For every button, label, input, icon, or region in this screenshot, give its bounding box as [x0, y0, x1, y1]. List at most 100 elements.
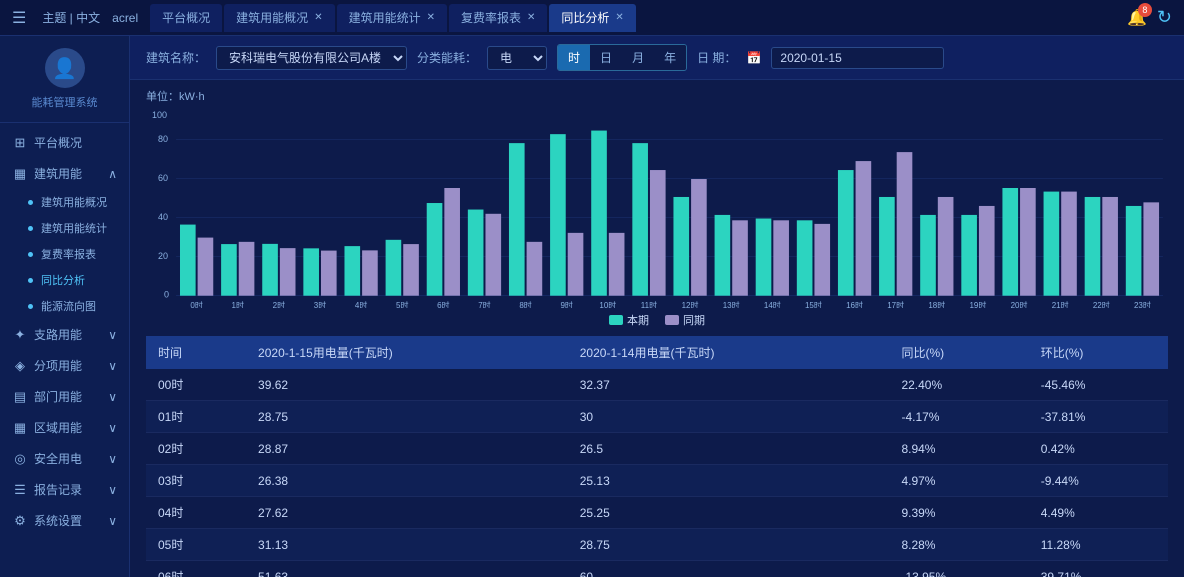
table-cell: 04时 [146, 497, 246, 529]
sidebar-item-rate-report[interactable]: 复费率报表 [12, 241, 129, 267]
subitem-label: 分项用能 [34, 357, 82, 374]
svg-text:4时: 4时 [355, 300, 367, 308]
table-cell: 26.5 [568, 433, 890, 465]
sidebar-item-platform[interactable]: ⊞ 平台概况 [0, 127, 129, 158]
chevron-dept: ∨ [108, 390, 117, 404]
toolbar: 建筑名称： 安科瑞电气股份有限公司A楼 分类能耗： 电 时 日 月 年 日 期：… [130, 36, 1184, 80]
sidebar-group-settings[interactable]: ⚙ 系统设置 ∨ [0, 505, 129, 536]
sidebar-group-area[interactable]: ▦区域用能 ∨ [0, 412, 129, 443]
table-cell: 60 [568, 561, 890, 577]
table-cell: 03时 [146, 465, 246, 497]
subitem-icon: ◈ [12, 358, 28, 374]
table-row: 04时27.6225.259.39%4.49% [146, 497, 1168, 529]
sidebar-group-building[interactable]: ▦建筑用能 ∧ [0, 158, 129, 189]
svg-text:15时: 15时 [805, 300, 822, 308]
svg-text:5时: 5时 [396, 300, 408, 308]
chevron-building: ∧ [108, 167, 117, 181]
col-current: 2020-1-15用电量(千瓦时) [246, 336, 568, 369]
dot-icon [28, 278, 33, 283]
settings-label: 系统设置 [34, 512, 82, 529]
tab-close-2[interactable]: ✕ [427, 12, 435, 23]
tab-close-3[interactable]: ✕ [527, 12, 535, 23]
svg-text:19时: 19时 [969, 300, 986, 308]
tab-close-4[interactable]: ✕ [615, 12, 623, 23]
tab-platform[interactable]: 平台概况 [150, 4, 222, 32]
sidebar-group-safety[interactable]: ◎安全用电 ∨ [0, 443, 129, 474]
tab-building-overview[interactable]: 建筑用能概况 ✕ [224, 4, 334, 32]
btn-month[interactable]: 月 [622, 45, 654, 70]
table-cell: -4.17% [889, 401, 1028, 433]
building-submenu: 建筑用能概况 建筑用能统计 复费率报表 同比分析 能源流向图 [0, 189, 129, 319]
sidebar-group-branch[interactable]: ✦支路用能 ∨ [0, 319, 129, 350]
tab-comparison[interactable]: 同比分析 ✕ [549, 4, 635, 32]
notification-badge: 8 [1138, 3, 1152, 17]
table-row: 03时26.3825.134.97%-9.44% [146, 465, 1168, 497]
data-table: 时间 2020-1-15用电量(千瓦时) 2020-1-14用电量(千瓦时) 同… [146, 336, 1168, 577]
chart-container: 0 20 40 60 80 100 0时1时2时3时4时5时6时7时8时9时10… [146, 108, 1168, 308]
refresh-icon[interactable]: ↻ [1157, 7, 1172, 28]
table-row: 02时28.8726.58.94%0.42% [146, 433, 1168, 465]
user-label[interactable]: acrel [112, 11, 138, 25]
legend-prev-label: 同期 [683, 312, 705, 328]
platform-icon: ⊞ [12, 135, 28, 151]
table-body: 00时39.6232.3722.40%-45.46%01时28.7530-4.1… [146, 369, 1168, 577]
sidebar-group-dept[interactable]: ▤部门用能 ∨ [0, 381, 129, 412]
svg-text:17时: 17时 [887, 300, 904, 308]
btn-hour[interactable]: 时 [558, 45, 590, 70]
svg-text:18时: 18时 [928, 300, 945, 308]
chevron-safety: ∨ [108, 452, 117, 466]
sidebar-item-building-stats[interactable]: 建筑用能统计 [12, 215, 129, 241]
table-cell: 05时 [146, 529, 246, 561]
tab-building-stats[interactable]: 建筑用能统计 ✕ [337, 4, 447, 32]
table-cell: 31.13 [246, 529, 568, 561]
category-label: 分类能耗： [417, 49, 477, 66]
dept-label: 部门用能 [34, 388, 82, 405]
legend-current-label: 本期 [627, 312, 649, 328]
sidebar-item-comparison[interactable]: 同比分析 [12, 267, 129, 293]
chevron-settings: ∨ [108, 514, 117, 528]
table-cell: 27.62 [246, 497, 568, 529]
legend-current-box [609, 315, 623, 325]
sidebar-group-report[interactable]: ☰报告记录 ∨ [0, 474, 129, 505]
date-input[interactable] [771, 47, 944, 69]
building-select[interactable]: 安科瑞电气股份有限公司A楼 [216, 46, 407, 70]
chart-area: 单位：kW·h 0 20 40 60 80 100 0时1时2时3时4时5时6 [130, 80, 1184, 336]
notification-icon[interactable]: 🔔8 [1127, 8, 1147, 28]
tab-bar: 平台概况 建筑用能概况 ✕ 建筑用能统计 ✕ 复费率报表 ✕ 同比分析 ✕ [150, 4, 1119, 32]
table-cell: 39.62 [246, 369, 568, 401]
table-cell: 06时 [146, 561, 246, 577]
sidebar-nav: ⊞ 平台概况 ▦建筑用能 ∧ 建筑用能概况 建筑用能统计 复费率报表 同比分析 … [0, 123, 129, 577]
settings-icon: ⚙ [12, 513, 28, 529]
svg-text:12时: 12时 [682, 300, 699, 308]
sidebar-item-building-overview[interactable]: 建筑用能概况 [12, 189, 129, 215]
btn-day[interactable]: 日 [590, 45, 622, 70]
sidebar-item-energy-flow[interactable]: 能源流向图 [12, 293, 129, 319]
tab-rate-report[interactable]: 复费率报表 ✕ [449, 4, 547, 32]
menu-icon[interactable]: ☰ [12, 8, 26, 28]
svg-text:13时: 13时 [723, 300, 740, 308]
table-cell: 02时 [146, 433, 246, 465]
chart-svg: 0 20 40 60 80 100 0时1时2时3时4时5时6时7时8时9时10… [146, 108, 1168, 308]
svg-text:3时: 3时 [314, 300, 326, 308]
topbar: ☰ 主题 | 中文 acrel 平台概况 建筑用能概况 ✕ 建筑用能统计 ✕ 复… [0, 0, 1184, 36]
tab-close-1[interactable]: ✕ [314, 12, 322, 23]
svg-text:8时: 8时 [519, 300, 531, 308]
svg-text:9时: 9时 [560, 300, 572, 308]
sidebar-group-subitem[interactable]: ◈分项用能 ∨ [0, 350, 129, 381]
svg-text:1时: 1时 [232, 300, 244, 308]
chevron-branch: ∨ [108, 328, 117, 342]
category-select[interactable]: 电 [487, 46, 547, 70]
btn-year[interactable]: 年 [654, 45, 686, 70]
svg-text:100: 100 [152, 110, 167, 120]
report-label: 报告记录 [34, 481, 82, 498]
svg-text:10时: 10时 [599, 300, 616, 308]
table-cell: 0.42% [1029, 433, 1168, 465]
table-cell: 01时 [146, 401, 246, 433]
table-cell: 4.97% [889, 465, 1028, 497]
topbar-icons: 🔔8 ↻ [1127, 7, 1172, 28]
building-icon: ▦ [12, 166, 28, 182]
theme-label: 主题 | 中文 [42, 9, 100, 26]
table-cell: -9.44% [1029, 465, 1168, 497]
avatar: 👤 [45, 48, 85, 88]
legend-prev-box [665, 315, 679, 325]
